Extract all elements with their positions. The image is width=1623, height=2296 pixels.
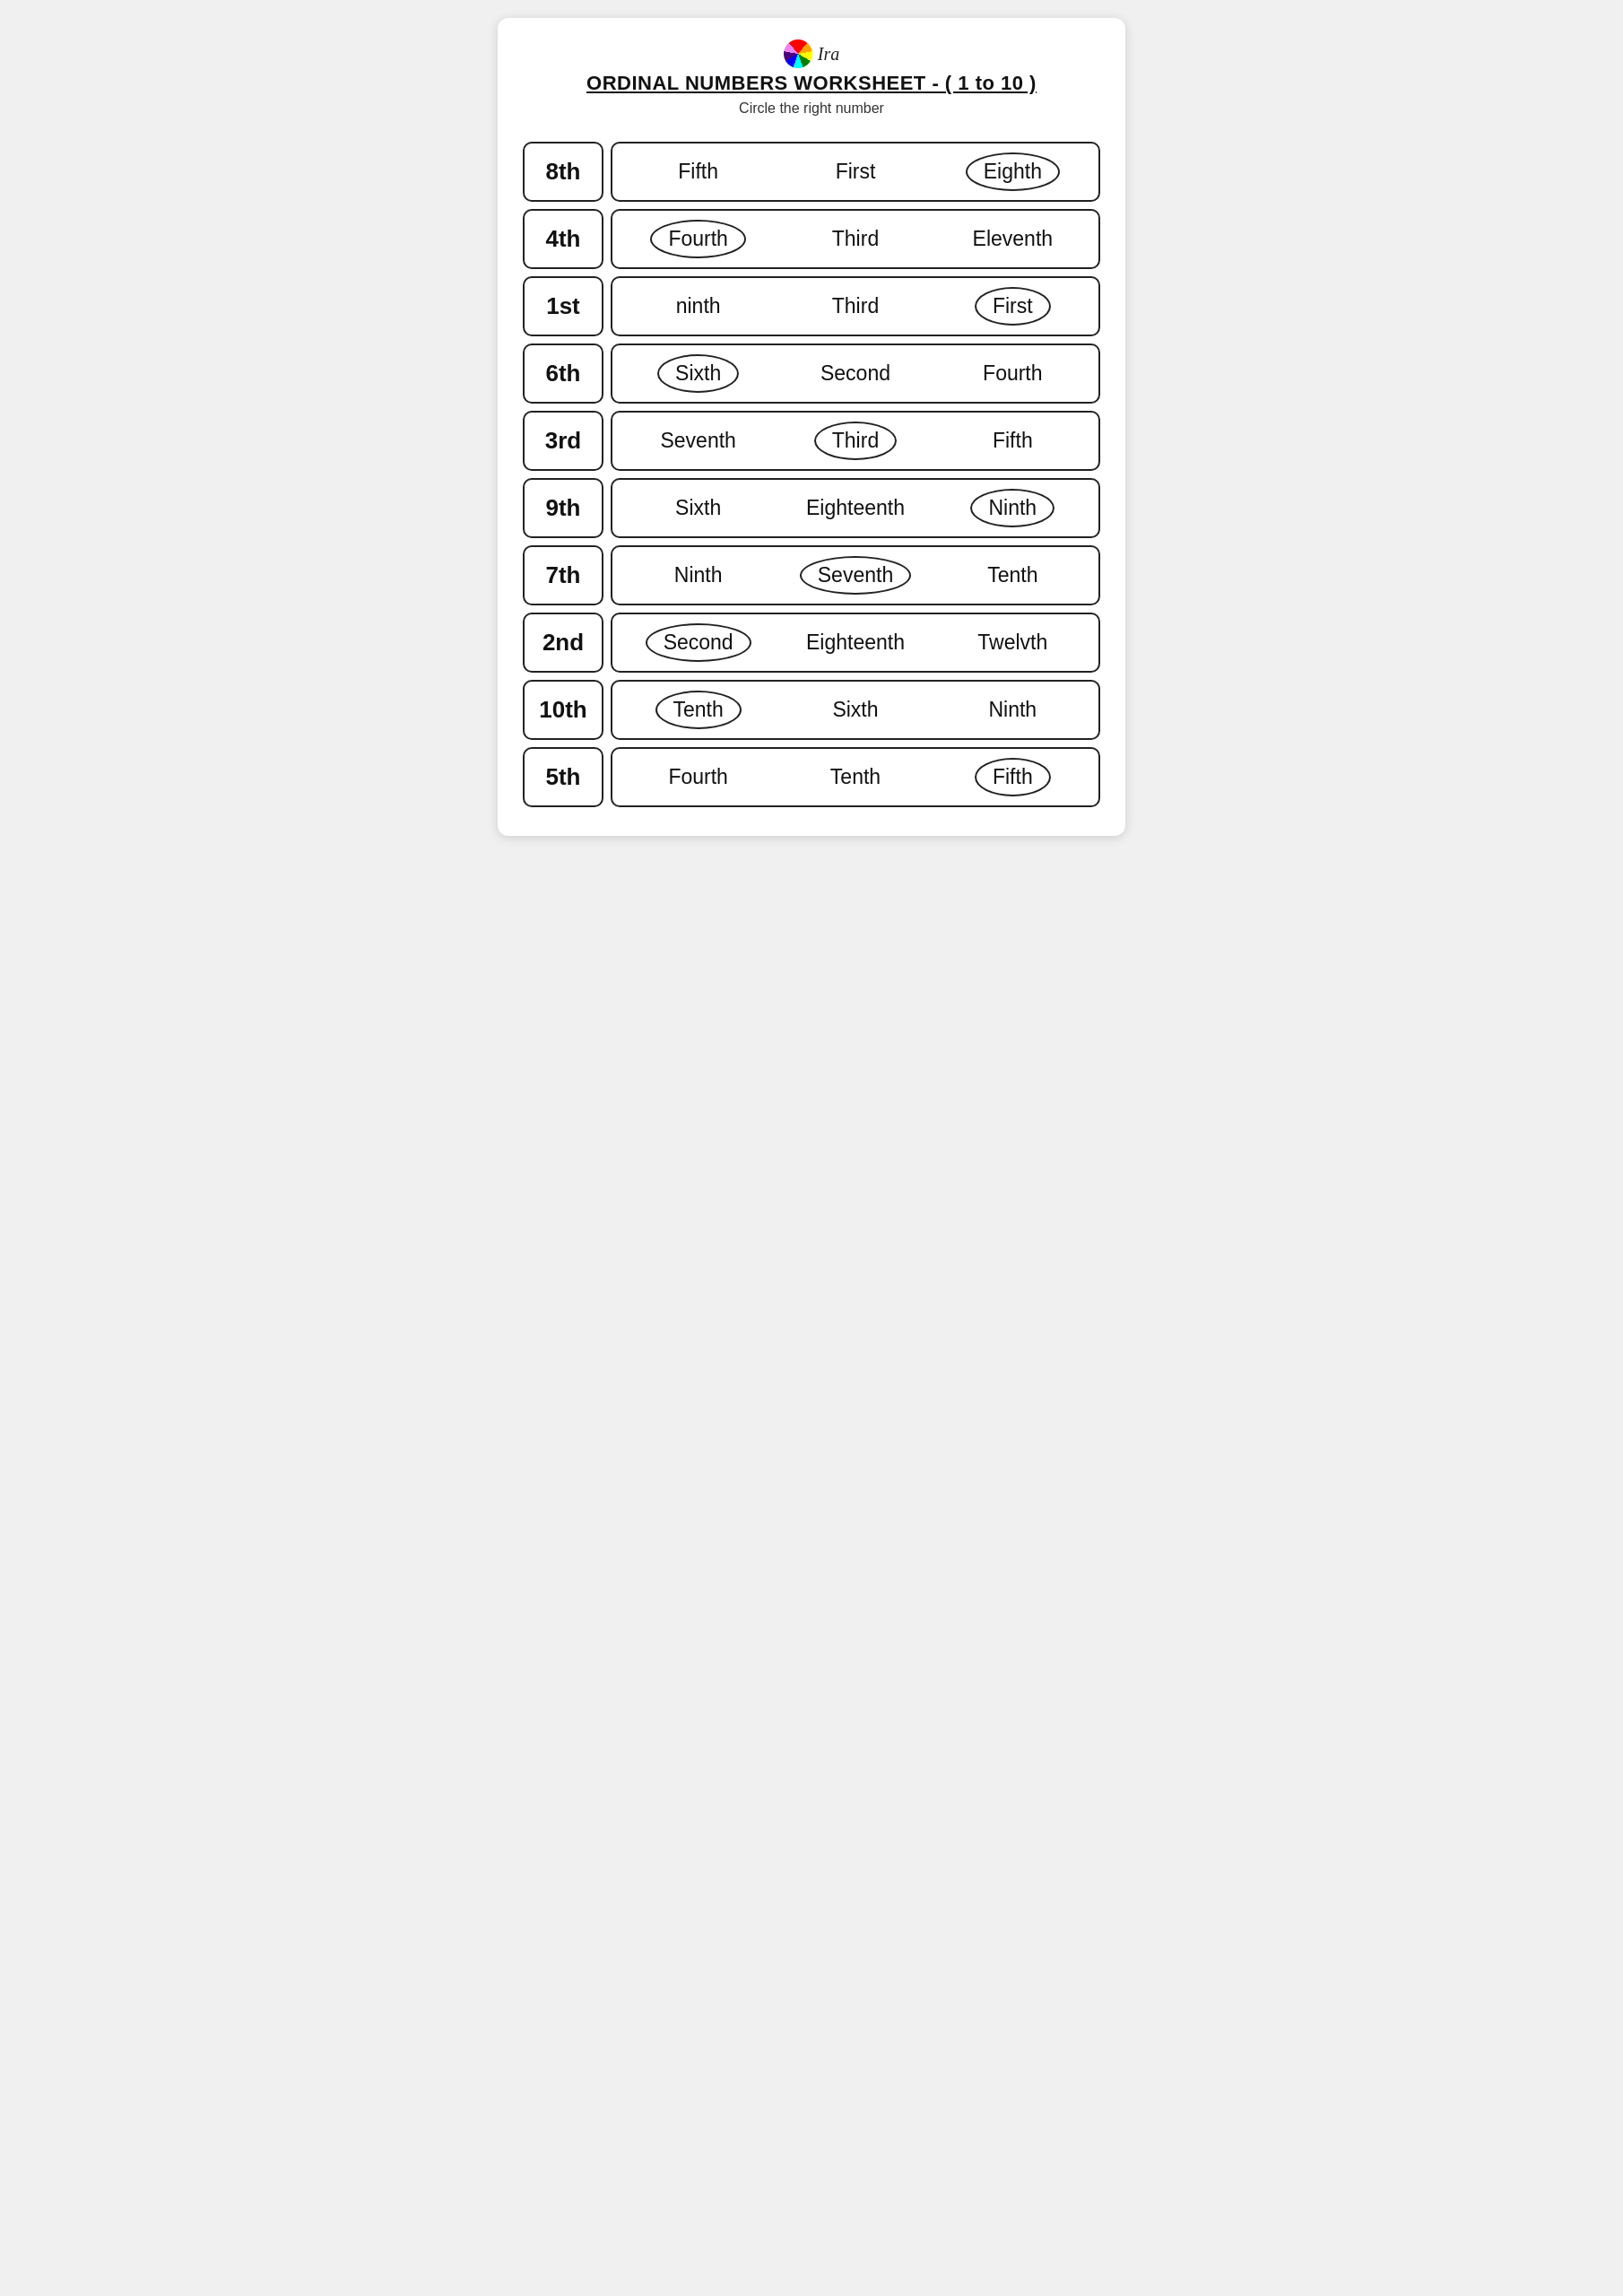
choices-box: FourthTenthFifth (611, 747, 1100, 807)
choice-option: First (934, 287, 1091, 326)
worksheet-row: 3rdSeventhThirdFifth (523, 411, 1100, 471)
worksheet-row: 2ndSecondEighteenthTwelvth (523, 613, 1100, 673)
choice-option: Sixth (620, 354, 777, 393)
ordinal-box: 9th (523, 478, 603, 538)
choices-box: SixthEighteenthNinth (611, 478, 1100, 538)
choice-option: Fifth (620, 160, 777, 184)
choice-option: Sixth (620, 496, 777, 520)
ordinal-box: 10th (523, 680, 603, 740)
choice-option: Tenth (934, 563, 1091, 587)
header: Ira ORDINAL NUMBERS WORKSHEET - ( 1 to 1… (523, 39, 1100, 133)
ordinal-box: 5th (523, 747, 603, 807)
choice-option: First (777, 160, 933, 184)
worksheet-row: 9thSixthEighteenthNinth (523, 478, 1100, 538)
choice-option: Fourth (934, 361, 1091, 386)
choice-option: Fourth (620, 220, 777, 258)
choice-option: Ninth (934, 698, 1091, 722)
choice-option: Second (777, 361, 933, 386)
ordinal-box: 4th (523, 209, 603, 269)
choice-option: Eleventh (934, 227, 1091, 251)
choice-option: Second (620, 623, 777, 662)
choices-box: SixthSecondFourth (611, 344, 1100, 404)
main-title: ORDINAL NUMBERS WORKSHEET - ( 1 to 10 ) (586, 72, 1037, 95)
choices-box: SeventhThirdFifth (611, 411, 1100, 471)
choice-option: Sixth (777, 698, 933, 722)
worksheet-row: 8thFifthFirstEighth (523, 142, 1100, 202)
worksheet-rows: 8thFifthFirstEighth4thFourthThirdElevent… (523, 142, 1100, 807)
choice-option: Third (777, 294, 933, 318)
worksheet-row: 4thFourthThirdEleventh (523, 209, 1100, 269)
worksheet-row: 10thTenthSixthNinth (523, 680, 1100, 740)
choice-option: ninth (620, 294, 777, 318)
choice-option: Third (777, 422, 933, 460)
choice-option: Seventh (777, 556, 933, 595)
logo-label: Ira (818, 44, 839, 65)
choices-box: ninthThirdFirst (611, 276, 1100, 336)
worksheet-row: 5thFourthTenthFifth (523, 747, 1100, 807)
choices-box: TenthSixthNinth (611, 680, 1100, 740)
choice-option: Fifth (934, 429, 1091, 453)
choices-box: SecondEighteenthTwelvth (611, 613, 1100, 673)
choice-option: Seventh (620, 429, 777, 453)
ordinal-box: 2nd (523, 613, 603, 673)
choice-option: Ninth (934, 489, 1091, 527)
worksheet-page: Ira ORDINAL NUMBERS WORKSHEET - ( 1 to 1… (498, 18, 1125, 836)
choice-option: Fifth (934, 758, 1091, 796)
ordinal-box: 8th (523, 142, 603, 202)
logo-row: Ira (784, 39, 839, 68)
choice-option: Tenth (620, 691, 777, 729)
ordinal-box: 7th (523, 545, 603, 605)
choice-option: Eighteenth (777, 631, 933, 655)
choice-option: Ninth (620, 563, 777, 587)
worksheet-row: 1stninthThirdFirst (523, 276, 1100, 336)
worksheet-row: 7thNinthSeventhTenth (523, 545, 1100, 605)
choice-option: Fourth (620, 765, 777, 789)
ordinal-box: 3rd (523, 411, 603, 471)
choices-box: FifthFirstEighth (611, 142, 1100, 202)
choices-box: FourthThirdEleventh (611, 209, 1100, 269)
choice-option: Eighth (934, 152, 1091, 191)
ordinal-box: 6th (523, 344, 603, 404)
choice-option: Twelvth (934, 631, 1091, 655)
worksheet-row: 6thSixthSecondFourth (523, 344, 1100, 404)
logo-icon (784, 39, 812, 68)
choice-option: Third (777, 227, 933, 251)
choice-option: Eighteenth (777, 496, 933, 520)
choice-option: Tenth (777, 765, 933, 789)
ordinal-box: 1st (523, 276, 603, 336)
subtitle: Circle the right number (739, 100, 884, 117)
choices-box: NinthSeventhTenth (611, 545, 1100, 605)
